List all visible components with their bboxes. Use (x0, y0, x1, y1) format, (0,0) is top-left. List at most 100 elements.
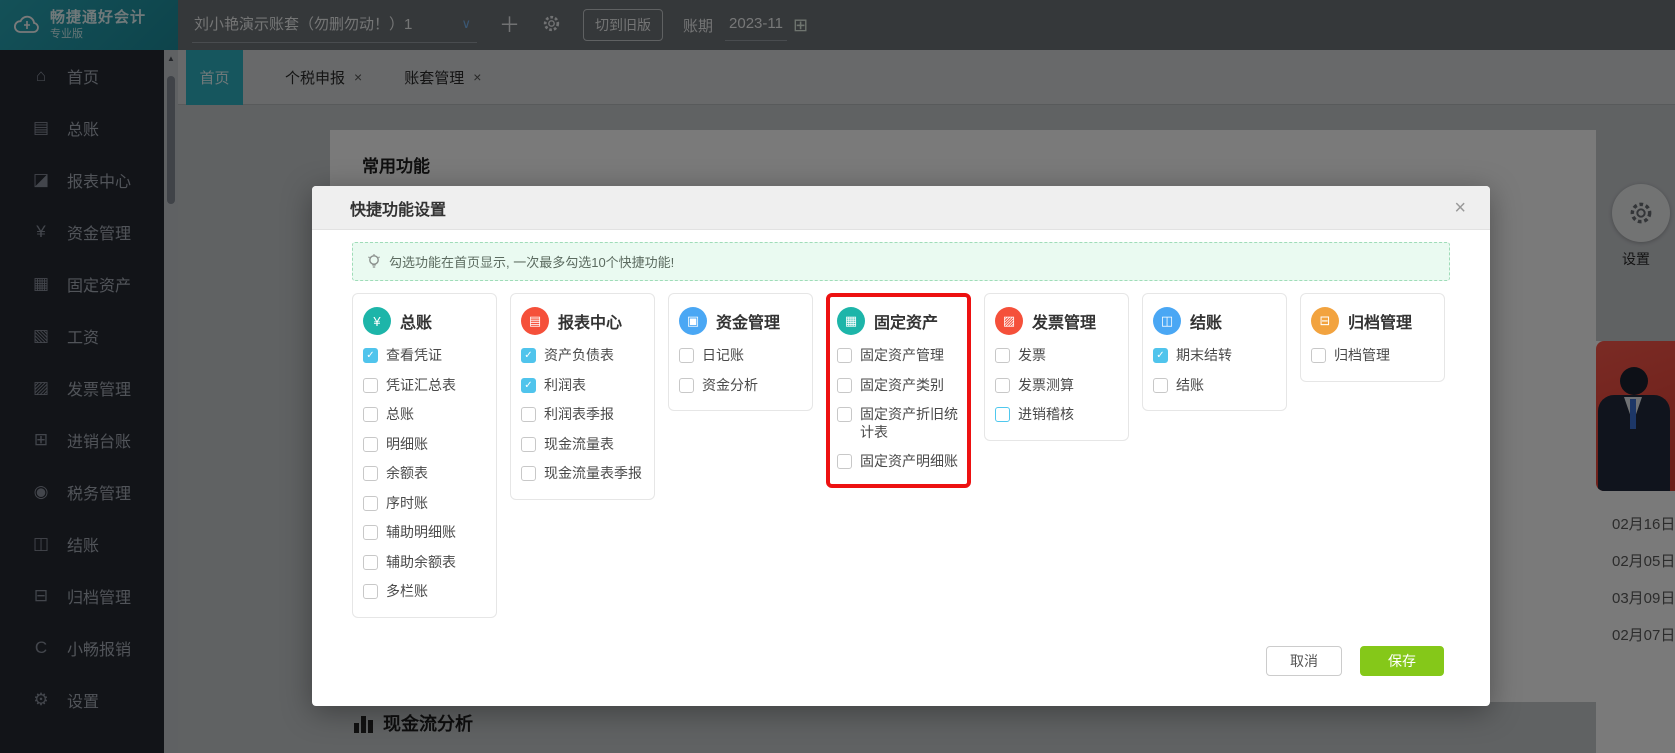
general-ledger-icon: ¥ (363, 307, 391, 335)
checkbox-item[interactable]: ✓ 利润表 (521, 377, 644, 395)
checkbox-label: 固定资产类别 (860, 376, 944, 393)
checkbox-label: 固定资产折旧统计表 (860, 406, 958, 440)
group-header: ▤ 报表中心 (521, 307, 644, 335)
save-button[interactable]: 保存 (1360, 646, 1444, 676)
checkbox-item[interactable]: 发票测算 (995, 377, 1118, 395)
checkbox-item[interactable]: 辅助余额表 (363, 554, 486, 572)
checkbox-item[interactable]: 凭证汇总表 (363, 377, 486, 395)
checkbox-item[interactable]: 明细账 (363, 436, 486, 454)
checkbox-label: 固定资产管理 (860, 347, 944, 363)
dialog-body: 勾选功能在首页显示, 一次最多勾选10个快捷功能! ¥ 总账 ✓ 查看凭证 凭证汇总表总… (312, 230, 1490, 618)
checkbox-unchecked[interactable] (1311, 348, 1326, 363)
group-header: ▦ 固定资产 (837, 307, 960, 335)
checkbox-item[interactable]: 归档管理 (1311, 347, 1434, 365)
checkbox-unchecked[interactable] (521, 407, 536, 422)
checkbox-label: 查看凭证 (386, 347, 442, 363)
group-name: 总账 (400, 315, 433, 332)
checkbox-unchecked[interactable] (363, 495, 378, 511)
checkbox-unchecked[interactable] (679, 377, 694, 393)
checkbox-label: 日记账 (702, 347, 744, 363)
group-card-archive-management: ⊟ 归档管理 归档管理 (1300, 293, 1445, 382)
checkbox-label: 现金流量表 (544, 435, 614, 452)
cancel-button[interactable]: 取消 (1266, 646, 1342, 676)
checkbox-item[interactable]: ✓ 查看凭证 (363, 347, 486, 365)
group-header: ¥ 总账 (363, 307, 486, 335)
checkbox-checked[interactable]: ✓ (521, 348, 536, 363)
dialog-footer: 取消 保存 (312, 646, 1490, 706)
checkbox-item[interactable]: 总账 (363, 406, 486, 424)
checkbox-unchecked[interactable] (521, 466, 536, 481)
checkbox-checked[interactable]: ✓ (1153, 348, 1168, 363)
tip-banner: 勾选功能在首页显示, 一次最多勾选10个快捷功能! (352, 242, 1450, 281)
group-card-report-center: ▤ 报表中心 ✓ 资产负债表 ✓ 利润表利润表季报现金流量表现金流量表季报 (510, 293, 655, 500)
checkbox-label: 结账 (1176, 376, 1204, 393)
checkbox-item[interactable]: 固定资产折旧统计表 (837, 406, 960, 441)
checkbox-label: 明细账 (386, 435, 428, 452)
group-name: 固定资产 (874, 315, 939, 332)
checkbox-item[interactable]: 日记账 (679, 347, 802, 365)
function-groups: ¥ 总账 ✓ 查看凭证 凭证汇总表 总账 明细账 余额表 序时账 辅助明细账 辅助余额表 多栏账 ▤ 报表… (352, 293, 1450, 618)
group-header: ▨ 发票管理 (995, 307, 1118, 335)
checkbox-item[interactable]: 固定资产明细账 (837, 453, 960, 471)
checkbox-unchecked[interactable] (363, 554, 378, 570)
checkbox-item[interactable]: 余额表 (363, 465, 486, 483)
checkbox-item[interactable]: 利润表季报 (521, 406, 644, 424)
checkbox-unchecked[interactable] (363, 436, 378, 452)
checkbox-unchecked[interactable] (521, 436, 536, 452)
checkbox-label: 利润表 (544, 376, 586, 393)
group-name: 归档管理 (1348, 315, 1413, 332)
checkbox-label: 期末结转 (1176, 347, 1232, 363)
checkbox-unchecked[interactable] (363, 407, 378, 422)
checkbox-item[interactable]: 现金流量表 (521, 436, 644, 454)
close-icon[interactable]: × (1454, 198, 1466, 218)
checkbox-item[interactable]: 现金流量表季报 (521, 465, 644, 483)
checkbox-item[interactable]: 结账 (1153, 377, 1276, 395)
checkbox-label: 多栏账 (386, 583, 428, 599)
checkbox-label: 固定资产明细账 (860, 453, 958, 469)
closing-icon: ◫ (1153, 307, 1181, 335)
group-card-general-ledger: ¥ 总账 ✓ 查看凭证 凭证汇总表 总账 明细账 余额表 序时账 辅助明细账 辅助余额表 多栏账 (352, 293, 497, 618)
checkbox-unchecked[interactable] (837, 377, 852, 393)
checkbox-label: 发票测算 (1018, 376, 1074, 393)
checkbox-item[interactable]: 固定资产管理 (837, 347, 960, 365)
checkbox-item[interactable]: 资金分析 (679, 377, 802, 395)
checkbox-item[interactable]: ✓ 资产负债表 (521, 347, 644, 365)
checkbox-item[interactable]: 进销稽核 (995, 406, 1118, 424)
checkbox-unchecked[interactable] (995, 407, 1010, 422)
checkbox-unchecked[interactable] (679, 348, 694, 363)
checkbox-unchecked[interactable] (363, 584, 378, 599)
group-header: ⊟ 归档管理 (1311, 307, 1434, 335)
checkbox-checked[interactable]: ✓ (521, 377, 536, 393)
checkbox-unchecked[interactable] (837, 348, 852, 363)
checkbox-unchecked[interactable] (363, 377, 378, 393)
checkbox-unchecked[interactable] (1153, 377, 1168, 393)
fixed-assets-icon: ▦ (837, 307, 865, 335)
checkbox-label: 资金分析 (702, 376, 758, 393)
checkbox-label: 资产负债表 (544, 347, 614, 363)
checkbox-label: 利润表季报 (544, 406, 614, 422)
checkbox-unchecked[interactable] (363, 525, 378, 540)
checkbox-label: 凭证汇总表 (386, 376, 456, 393)
checkbox-item[interactable]: ✓ 期末结转 (1153, 347, 1276, 365)
checkbox-unchecked[interactable] (995, 348, 1010, 363)
checkbox-item[interactable]: 多栏账 (363, 583, 486, 601)
checkbox-unchecked[interactable] (837, 407, 852, 422)
checkbox-item[interactable]: 辅助明细账 (363, 524, 486, 542)
archive-management-icon: ⊟ (1311, 307, 1339, 335)
checkbox-unchecked[interactable] (363, 466, 378, 481)
dialog-title: 快捷功能设置 (350, 201, 447, 219)
checkbox-item[interactable]: 发票 (995, 347, 1118, 365)
quick-functions-dialog: 快捷功能设置 × 勾选功能在首页显示, 一次最多勾选10个快捷功能! ¥ 总账 ✓ 查… (312, 186, 1490, 706)
checkbox-label: 总账 (386, 406, 414, 422)
checkbox-checked[interactable]: ✓ (363, 348, 378, 363)
checkbox-label: 辅助余额表 (386, 553, 456, 570)
checkbox-label: 发票 (1018, 347, 1046, 363)
checkbox-item[interactable]: 序时账 (363, 495, 486, 513)
checkbox-unchecked[interactable] (995, 377, 1010, 393)
group-card-closing: ◫ 结账 ✓ 期末结转 结账 (1142, 293, 1287, 411)
checkbox-label: 现金流量表季报 (544, 465, 642, 481)
group-card-fixed-assets: ▦ 固定资产固定资产管理 固定资产类别固定资产折旧统计表固定资产明细账 (826, 293, 971, 488)
group-name: 结账 (1190, 315, 1223, 332)
checkbox-unchecked[interactable] (837, 454, 852, 469)
checkbox-item[interactable]: 固定资产类别 (837, 377, 960, 395)
